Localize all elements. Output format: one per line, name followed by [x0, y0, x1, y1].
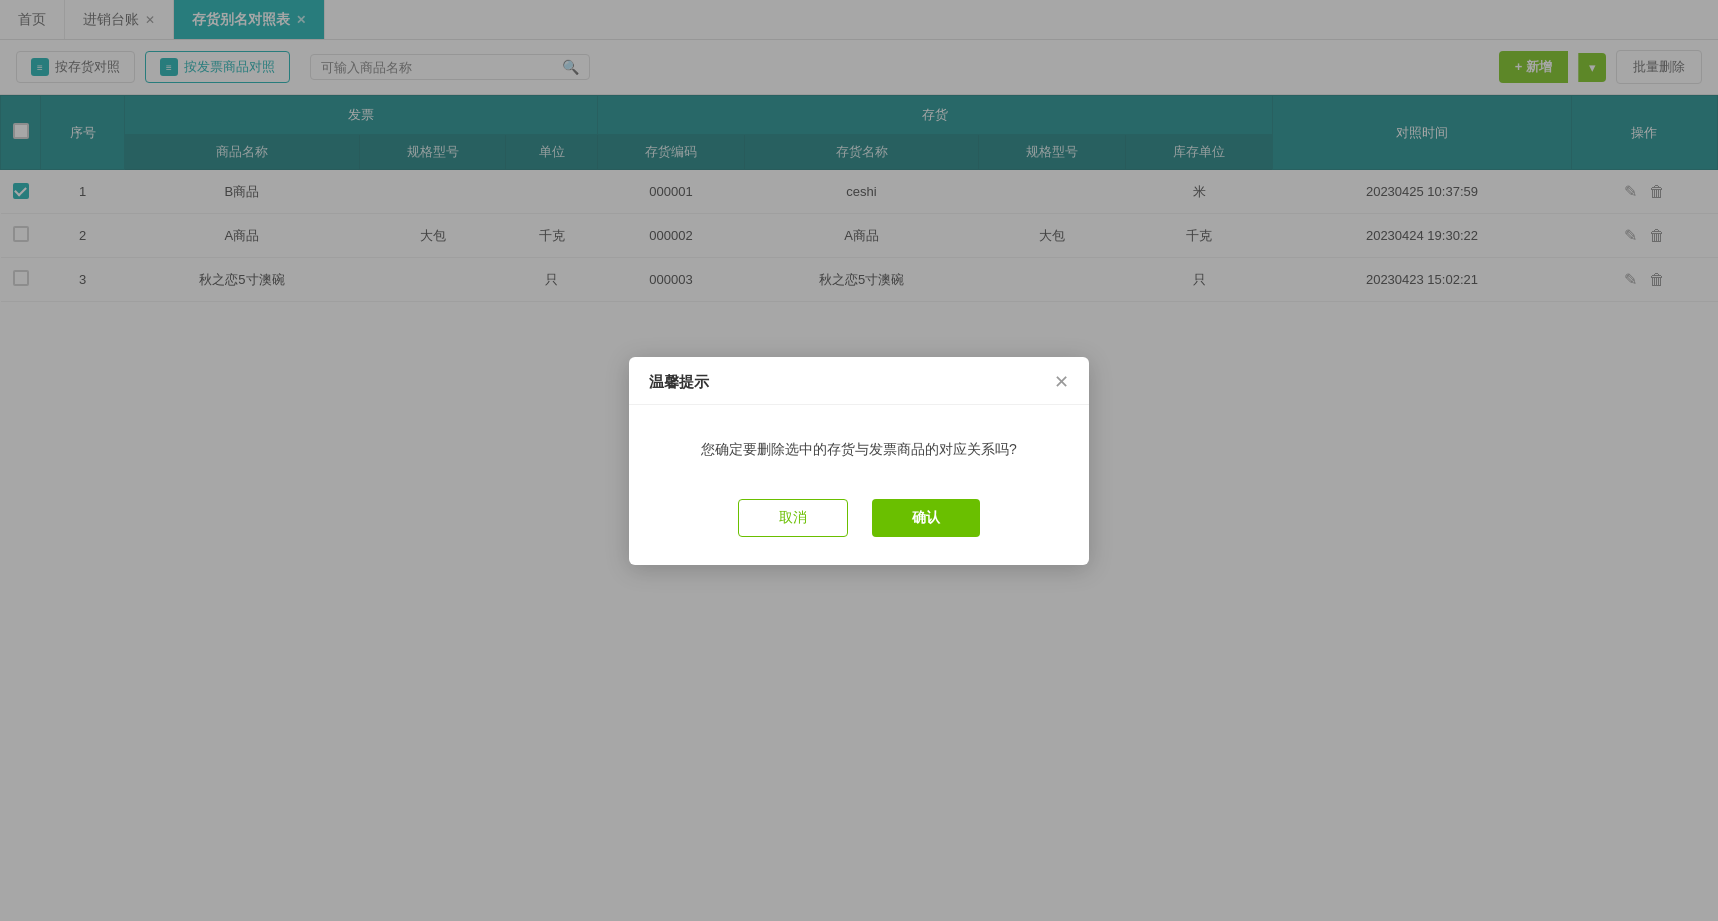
- dialog-body: 您确定要删除选中的存货与发票商品的对应关系吗?: [629, 405, 1089, 483]
- dialog-header: 温馨提示 ✕: [629, 357, 1089, 405]
- dialog-message: 您确定要删除选中的存货与发票商品的对应关系吗?: [701, 441, 1017, 457]
- dialog-footer: 取消 确认: [629, 483, 1089, 565]
- confirm-button[interactable]: 确认: [872, 499, 980, 537]
- cancel-button[interactable]: 取消: [738, 499, 848, 537]
- dialog-overlay: 温馨提示 ✕ 您确定要删除选中的存货与发票商品的对应关系吗? 取消 确认: [0, 0, 1718, 921]
- dialog-close-button[interactable]: ✕: [1054, 373, 1069, 391]
- dialog-title: 温馨提示: [649, 373, 709, 392]
- confirm-dialog: 温馨提示 ✕ 您确定要删除选中的存货与发票商品的对应关系吗? 取消 确认: [629, 357, 1089, 565]
